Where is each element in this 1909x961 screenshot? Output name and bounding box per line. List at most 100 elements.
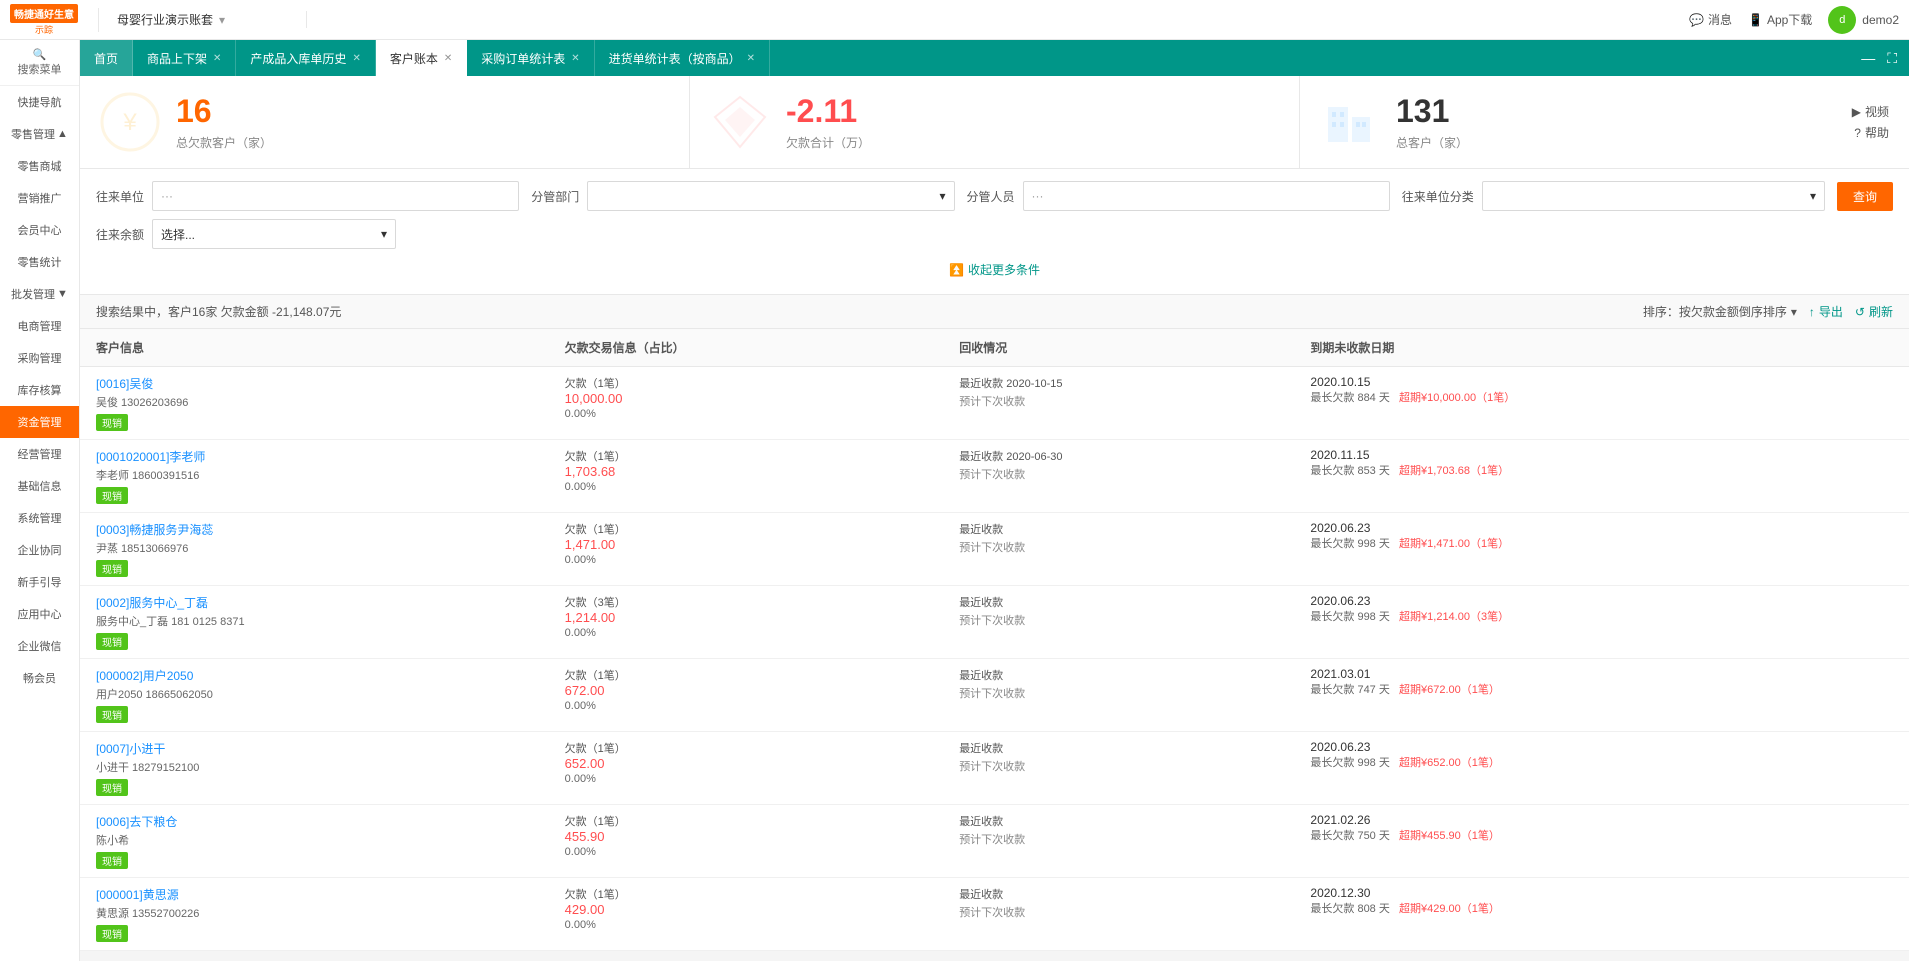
sidebar-item-enterprise[interactable]: 企业协同 [0, 534, 79, 566]
overdue-link-1[interactable]: 超期¥1,703.68（1笔） [1399, 465, 1509, 477]
user-menu[interactable]: d demo2 [1828, 6, 1899, 34]
collapse-row[interactable]: ⏫ 收起更多条件 [96, 257, 1893, 282]
filter-source-unit-category: 往来单位分类 ▾ [1402, 181, 1825, 211]
balance-select[interactable]: 选择... ▾ [152, 219, 396, 249]
tab-product-history[interactable]: 产成品入库单历史 ✕ [236, 40, 375, 76]
customer-name-6[interactable]: [0006]去下粮仓 [96, 813, 533, 830]
sidebar-item-retail-mgmt[interactable]: 零售管理 ▲ [0, 118, 79, 150]
customer-name-7[interactable]: [000001]黄思源 [96, 886, 533, 903]
search-button[interactable]: 查询 [1837, 182, 1893, 211]
table-body: [0016]吴俊 吴俊 13026203696 现销 欠款（1笔） 10,000… [80, 367, 1909, 951]
export-icon: ↑ [1809, 305, 1815, 319]
overdue-link-7[interactable]: 超期¥429.00（1笔） [1399, 903, 1500, 915]
tab-product-shelf[interactable]: 商品上下架 ✕ [133, 40, 236, 76]
next-collection-3: 预计下次收款 [959, 612, 1278, 628]
overdue-link-6[interactable]: 超期¥455.90（1笔） [1399, 830, 1500, 842]
debt-amount-5[interactable]: 652.00 [565, 756, 928, 771]
sidebar-item-purchase-mgmt[interactable]: 采购管理 [0, 342, 79, 374]
logo: 畅捷通好生意 [10, 4, 78, 23]
sidebar-search[interactable]: 🔍 搜索菜单 [0, 40, 79, 86]
tab-customer-account[interactable]: 客户账本 ✕ [376, 40, 467, 76]
branch-dept-select[interactable]: ▾ [587, 181, 954, 211]
sidebar-item-member-center[interactable]: 会员中心 [0, 214, 79, 246]
avatar: d [1828, 6, 1856, 34]
overdue-link-0[interactable]: 超期¥10,000.00（1笔） [1399, 392, 1515, 404]
tab-home[interactable]: 首页 [80, 40, 133, 76]
export-button[interactable]: ↑ 导出 [1809, 303, 1843, 320]
customer-name-3[interactable]: [0002]服务中心_丁磊 [96, 594, 533, 611]
source-unit-category-select[interactable]: ▾ [1482, 181, 1825, 211]
customer-name-1[interactable]: [0001020001]李老师 [96, 448, 533, 465]
chevron-down-icon: ▾ [219, 13, 225, 27]
content-area: 首页 商品上下架 ✕ 产成品入库单历史 ✕ 客户账本 ✕ 采购订单统计表 ✕ 进… [80, 40, 1909, 961]
filter-source-unit: 往来单位 ··· [96, 181, 519, 211]
close-customer-account-icon[interactable]: ✕ [444, 53, 452, 64]
customer-name-2[interactable]: [0003]畅捷服务尹海蕊 [96, 521, 533, 538]
sidebar-item-ecommerce[interactable]: 电商管理 [0, 310, 79, 342]
debt-amount-6[interactable]: 455.90 [565, 829, 928, 844]
tab-minimize-icon[interactable]: — [1857, 48, 1879, 68]
sidebar: 🔍 搜索菜单 快捷导航 零售管理 ▲ 零售商城 营销推广 会员中心 零售统计 批… [0, 40, 80, 961]
sidebar-item-retail-stats[interactable]: 零售统计 [0, 246, 79, 278]
customer-name-0[interactable]: [0016]吴俊 [96, 375, 533, 392]
debt-ratio-4: 0.00% [565, 700, 928, 712]
tab-maximize-icon[interactable]: ⛶ [1883, 48, 1901, 69]
stat-info-3: 131 总客户（家） [1396, 93, 1468, 151]
sidebar-item-marketing[interactable]: 营销推广 [0, 182, 79, 214]
overdue-link-5[interactable]: 超期¥652.00（1笔） [1399, 757, 1500, 769]
overdue-link-2[interactable]: 超期¥1,471.00（1笔） [1399, 538, 1509, 550]
debt-amount-3[interactable]: 1,214.00 [565, 610, 928, 625]
cell-due-7: 2020.12.30 最长欠款 808 天 超期¥429.00（1笔） [1294, 878, 1909, 951]
chevron-down-icon-dept: ▾ [939, 189, 945, 203]
sidebar-item-operations[interactable]: 经营管理 [0, 438, 79, 470]
sidebar-item-app-center[interactable]: 应用中心 [0, 598, 79, 630]
customer-name-5[interactable]: [0007]小进干 [96, 740, 533, 757]
sidebar-item-retail-mall[interactable]: 零售商城 [0, 150, 79, 182]
debt-amount-2[interactable]: 1,471.00 [565, 537, 928, 552]
sidebar-item-enterprise-wechat[interactable]: 企业微信 [0, 630, 79, 662]
debt-amount-4[interactable]: 672.00 [565, 683, 928, 698]
sidebar-item-basic-info[interactable]: 基础信息 [0, 470, 79, 502]
cell-debt-1: 欠款（1笔） 1,703.68 0.00% [549, 440, 944, 513]
tab-purchase-summary[interactable]: 采购订单统计表 ✕ [467, 40, 594, 76]
sidebar-item-chang-member[interactable]: 畅会员 [0, 662, 79, 694]
debt-amount-0[interactable]: 10,000.00 [565, 391, 928, 406]
stat-card-total-debt-customers: ¥ 16 总欠款客户（家） [80, 76, 690, 168]
tab-purchase-product-summary[interactable]: 进货单统计表（按商品） ✕ [595, 40, 770, 76]
tab-purchase-summary-label: 采购订单统计表 [481, 50, 565, 67]
sidebar-item-quick-nav[interactable]: 快捷导航 [0, 86, 79, 118]
sidebar-item-batch-mgmt[interactable]: 批发管理 ▼ [0, 278, 79, 310]
customer-name-4[interactable]: [000002]用户2050 [96, 667, 533, 684]
tab-purchase-product-summary-label: 进货单统计表（按商品） [609, 50, 741, 67]
sidebar-item-finance[interactable]: 资金管理 [0, 406, 79, 438]
tabs-bar: 首页 商品上下架 ✕ 产成品入库单历史 ✕ 客户账本 ✕ 采购订单统计表 ✕ 进… [80, 40, 1909, 76]
source-unit-input[interactable]: ··· [152, 181, 519, 211]
help-link[interactable]: ? 帮助 [1854, 124, 1889, 141]
table-row: [0016]吴俊 吴俊 13026203696 现销 欠款（1笔） 10,000… [80, 367, 1909, 440]
video-link[interactable]: ▶ 视频 [1852, 103, 1889, 120]
refresh-button[interactable]: ↺ 刷新 [1855, 303, 1893, 320]
due-date-5: 2020.06.23 [1310, 740, 1893, 754]
debt-amount-1[interactable]: 1,703.68 [565, 464, 928, 479]
app-download-button[interactable]: 📱 App下载 [1748, 11, 1812, 28]
customer-phone-7: 黄思源 13552700226 [96, 905, 533, 921]
sidebar-item-new-guide[interactable]: 新手引导 [0, 566, 79, 598]
overdue-link-3[interactable]: 超期¥1,214.00（3笔） [1399, 611, 1509, 623]
sidebar-item-system[interactable]: 系统管理 [0, 502, 79, 534]
debt-amount-7[interactable]: 429.00 [565, 902, 928, 917]
app-selector[interactable]: 母婴行业演示账套 ▾ [107, 11, 307, 28]
cell-customer-7: [000001]黄思源 黄思源 13552700226 现销 [80, 878, 549, 951]
sidebar-item-inventory[interactable]: 库存核算 [0, 374, 79, 406]
close-product-history-icon[interactable]: ✕ [352, 53, 360, 64]
main-layout: 🔍 搜索菜单 快捷导航 零售管理 ▲ 零售商城 营销推广 会员中心 零售统计 批… [0, 40, 1909, 961]
result-text: 搜索结果中，客户16家 欠款金额 -21,148.07元 [96, 303, 341, 320]
customer-phone-3: 服务中心_丁磊 181 0125 8371 [96, 613, 533, 629]
close-product-shelf-icon[interactable]: ✕ [213, 53, 221, 64]
close-purchase-summary-icon[interactable]: ✕ [571, 53, 579, 64]
message-button[interactable]: 💬 消息 [1689, 11, 1732, 28]
sort-selector[interactable]: 排序：按欠款金额倒序排序 ▾ [1643, 303, 1797, 320]
branch-person-input[interactable]: ··· [1023, 181, 1390, 211]
close-purchase-product-summary-icon[interactable]: ✕ [747, 53, 755, 64]
due-date-7: 2020.12.30 [1310, 886, 1893, 900]
overdue-link-4[interactable]: 超期¥672.00（1笔） [1399, 684, 1500, 696]
